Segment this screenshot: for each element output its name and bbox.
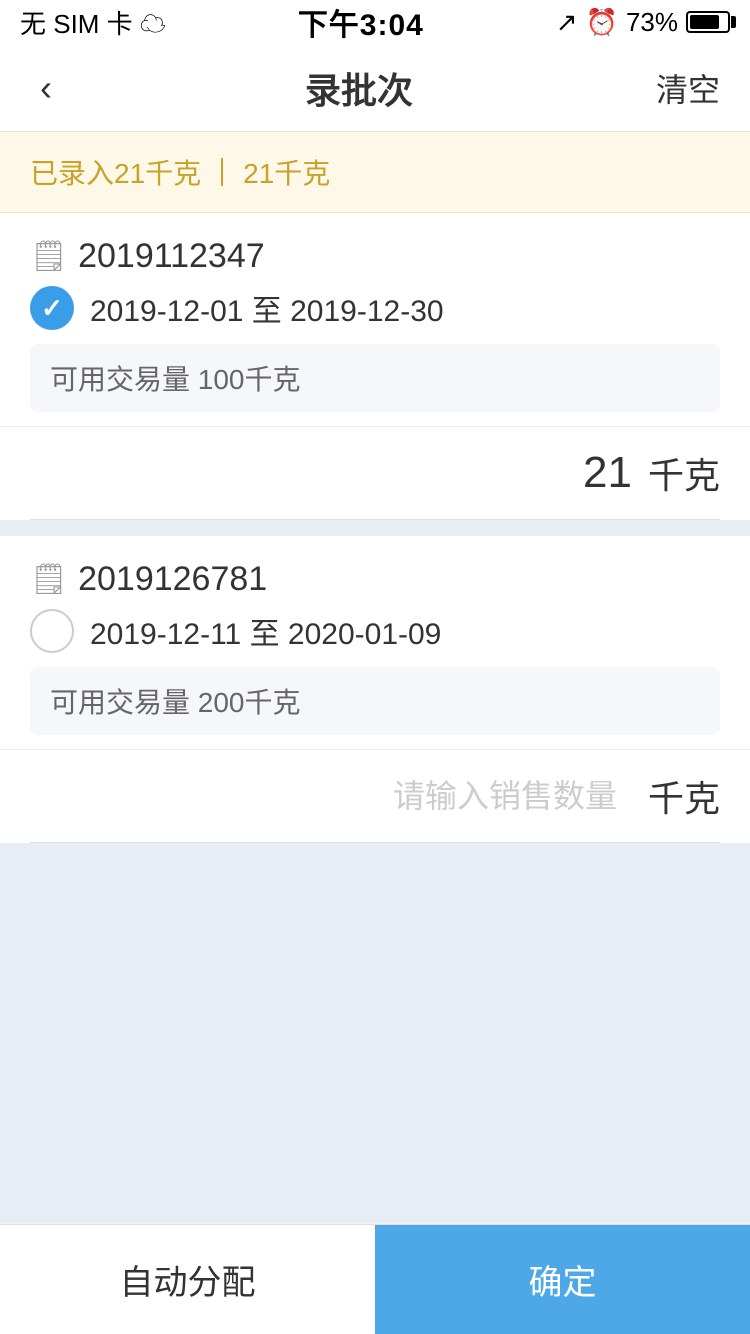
batch2-date: 2019-12-11 至 2020-01-09 [90, 609, 441, 653]
batch-card-1: 🗒 2019112347 2019-12-01 至 2019-12-30 可用交… [0, 213, 750, 520]
batch2-available: 可用交易量 200千克 [30, 667, 720, 735]
bottom-bar: 自动分配 确定 [0, 1224, 750, 1334]
batch1-quantity-value: 21 [583, 448, 632, 498]
batch1-date-row[interactable]: 2019-12-01 至 2019-12-30 [0, 286, 750, 344]
recorded-amount: 已录入21千克 [30, 152, 201, 192]
batch1-quantity-row: 21 千克 [0, 426, 750, 519]
info-divider [221, 158, 223, 186]
batch1-header: 🗒 2019112347 [0, 213, 750, 286]
batch1-icon: 🗒 [30, 239, 68, 274]
batch-card-2: 🗒 2019126781 2019-12-11 至 2020-01-09 可用交… [0, 536, 750, 843]
status-bar-left: 无 SIM 卡 ☁ [20, 4, 166, 41]
batch1-date: 2019-12-01 至 2019-12-30 [90, 286, 444, 330]
status-bar: 无 SIM 卡 ☁ 下午3:04 ↗ ⏰ 73% [0, 0, 750, 44]
nav-bar: ‹ 录批次 清空 [0, 44, 750, 132]
sim-label: 无 SIM 卡 ☁ [20, 4, 166, 41]
info-banner: 已录入21千克 21千克 [0, 132, 750, 213]
page-title: 录批次 [305, 62, 413, 114]
battery-icon [686, 11, 730, 33]
content-area [0, 843, 750, 1223]
batch2-icon: 🗒 [30, 562, 68, 597]
batch2-id: 2019126781 [78, 560, 267, 599]
batch1-id: 2019112347 [78, 237, 265, 276]
total-amount: 21千克 [243, 152, 330, 192]
status-bar-time: 下午3:04 [298, 0, 424, 44]
batch1-quantity-unit: 千克 [648, 447, 720, 499]
batch1-radio[interactable] [30, 286, 74, 330]
batch2-radio[interactable] [30, 609, 74, 653]
batch1-available: 可用交易量 100千克 [30, 344, 720, 412]
battery-percent: 73% [626, 7, 678, 38]
status-bar-right: ↗ ⏰ 73% [556, 7, 730, 38]
batch2-quantity-unit: 千克 [648, 770, 720, 822]
clear-button[interactable]: 清空 [656, 65, 720, 111]
back-button[interactable]: ‹ [30, 57, 62, 119]
auto-distribute-button[interactable]: 自动分配 [0, 1225, 375, 1334]
batch2-quantity-input[interactable] [30, 778, 632, 815]
batch2-header: 🗒 2019126781 [0, 536, 750, 609]
batch2-date-row[interactable]: 2019-12-11 至 2020-01-09 [0, 609, 750, 667]
section-divider-1 [0, 520, 750, 536]
batch2-quantity-row[interactable]: 千克 [0, 749, 750, 842]
confirm-button[interactable]: 确定 [375, 1225, 750, 1334]
alarm-icon: ⏰ [586, 7, 618, 38]
location-icon: ↗ [556, 7, 578, 38]
